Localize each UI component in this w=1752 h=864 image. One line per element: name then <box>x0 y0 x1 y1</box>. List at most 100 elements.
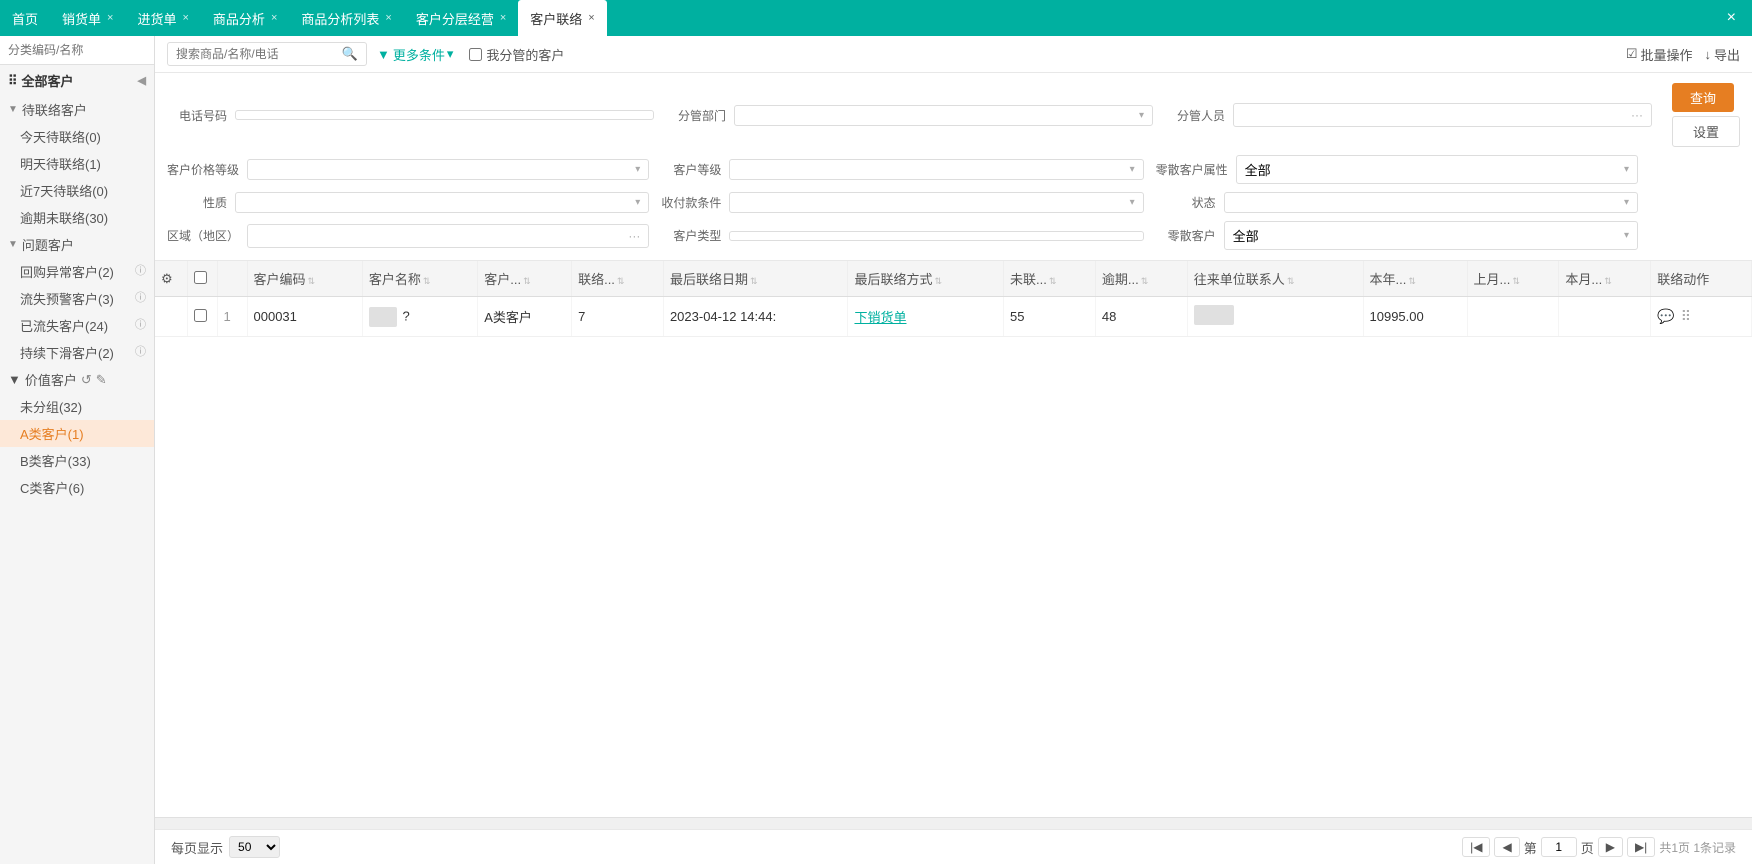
payment-input[interactable]: ▾ <box>729 192 1143 213</box>
cell-name[interactable]: ? <box>362 297 477 337</box>
batch-ops-btn[interactable]: ☑ 批量操作 <box>1626 45 1693 64</box>
sidebar-item-7days[interactable]: 近7天待联络(0) <box>0 177 154 204</box>
bottom-bar: 每页显示 10 20 50 100 |◀ ◀ 第 页 ▶ ▶| 共1页 1条记录 <box>155 829 1752 864</box>
close-sales-order[interactable]: × <box>107 12 113 24</box>
filter-customer-type: 客户类型 <box>661 227 1143 244</box>
data-table-container[interactable]: ⚙ 客户编码⇅ 客户名称⇅ 客户...⇅ 联络...⇅ 最后联络日期⇅ 最后联络… <box>155 261 1752 817</box>
all-customers-header[interactable]: ⠿ 全部客户 ◀ <box>0 65 154 96</box>
price-level-input[interactable]: ▾ <box>247 159 649 180</box>
col-name[interactable]: 客户名称⇅ <box>362 261 477 297</box>
per-page-select[interactable]: 10 20 50 100 <box>229 836 280 858</box>
col-overdue[interactable]: 逾期...⇅ <box>1095 261 1187 297</box>
contact-icon[interactable]: 💬 <box>1657 308 1674 325</box>
sidebar-item-declining[interactable]: 持续下滑客户(2) ⓘ <box>0 339 154 366</box>
col-checkbox[interactable] <box>187 261 217 297</box>
sidebar-item-abnormal[interactable]: 回购异常客户(2) ⓘ <box>0 258 154 285</box>
main-search-input[interactable] <box>176 47 342 61</box>
horizontal-scrollbar[interactable] <box>155 817 1752 829</box>
nav-product-analysis[interactable]: 商品分析 × <box>201 0 289 36</box>
close-customer-contact[interactable]: × <box>588 12 594 24</box>
col-code[interactable]: 客户编码⇅ <box>247 261 362 297</box>
sidebar-item-churn-warning[interactable]: 流失预警客户(3) ⓘ <box>0 285 154 312</box>
last-page-btn[interactable]: ▶| <box>1627 837 1655 857</box>
nav-sales-order[interactable]: 销货单 × <box>50 0 125 36</box>
cell-checkbox[interactable] <box>187 297 217 337</box>
retail-attr-input[interactable]: 全部 ▾ <box>1236 155 1638 184</box>
first-page-btn[interactable]: |◀ <box>1462 837 1490 857</box>
sidebar-item-unclassified[interactable]: 未分组(32) <box>0 393 154 420</box>
col-this-month[interactable]: 本月...⇅ <box>1559 261 1651 297</box>
search-button[interactable]: 查询 <box>1672 83 1734 112</box>
col-last-date[interactable]: 最后联络日期⇅ <box>663 261 848 297</box>
prev-page-btn[interactable]: ◀ <box>1494 837 1519 857</box>
sidebar-item-b-class[interactable]: B类客户(33) <box>0 447 154 474</box>
col-settings[interactable]: ⚙ <box>155 261 187 297</box>
close-product-list[interactable]: × <box>385 12 391 24</box>
close-all-tabs[interactable]: × <box>1719 9 1744 27</box>
col-last-method[interactable]: 最后联络方式⇅ <box>848 261 1004 297</box>
status-input[interactable]: ▾ <box>1224 192 1638 213</box>
col-actions: 联络动作 <box>1651 261 1752 297</box>
region-label: 区域（地区） <box>167 227 239 244</box>
col-unit-contact[interactable]: 往来单位联系人⇅ <box>1187 261 1363 297</box>
nav-customer-segment[interactable]: 客户分层经营 × <box>404 0 518 36</box>
close-customer-segment[interactable]: × <box>500 12 506 24</box>
retail-customer-input[interactable]: 全部 ▾ <box>1224 221 1638 250</box>
row-checkbox[interactable] <box>194 309 207 322</box>
cell-contact: 7 <box>572 297 664 337</box>
cell-last-method[interactable]: 下销货单 <box>848 297 1004 337</box>
collapse-icon[interactable]: ◀ <box>138 74 146 87</box>
sidebar-item-tomorrow[interactable]: 明天待联络(1) <box>0 150 154 177</box>
nature-input[interactable]: ▾ <box>235 192 649 213</box>
customer-type-input[interactable] <box>729 231 1143 241</box>
export-btn[interactable]: ↓ 导出 <box>1704 45 1740 64</box>
nav-home[interactable]: 首页 <box>8 0 50 36</box>
sidebar-item-churned[interactable]: 已流失客户(24) ⓘ <box>0 312 154 339</box>
edit-icon[interactable]: ✎ <box>96 372 107 388</box>
col-uncontacted[interactable]: 未联...⇅ <box>1004 261 1096 297</box>
filter-nature: 性质 ▾ <box>167 192 649 213</box>
last-method-link[interactable]: 下销货单 <box>854 310 906 325</box>
sidebar-item-a-class[interactable]: A类客户(1) <box>0 420 154 447</box>
level-dropdown-icon: ▾ <box>1130 164 1135 175</box>
sidebar-item-today[interactable]: 今天待联络(0) <box>0 123 154 150</box>
close-product-analysis[interactable]: × <box>271 12 277 24</box>
select-all-checkbox[interactable] <box>194 271 207 284</box>
main-search-icon[interactable]: 🔍 <box>342 46 358 62</box>
filter-row-1: 电话号码 分管部门 ▾ 分管人员 ··· 查询 设置 <box>167 83 1740 147</box>
sidebar-search-container: 🔍 <box>0 36 154 65</box>
region-input[interactable]: ··· <box>247 224 649 248</box>
customer-type-label: 客户类型 <box>661 227 721 244</box>
nav-purchase-order[interactable]: 进货单 × <box>125 0 200 36</box>
sidebar-search-input[interactable] <box>8 43 155 57</box>
col-type[interactable]: 客户...⇅ <box>478 261 572 297</box>
col-this-year[interactable]: 本年...⇅ <box>1363 261 1467 297</box>
cell-overdue: 48 <box>1095 297 1187 337</box>
content-area: 🔍 ▼ 更多条件 ▾ 我分管的客户 ☑ 批量操作 ↓ 导出 <box>155 36 1752 864</box>
pending-contact-group[interactable]: ▼ 待联络客户 <box>0 96 154 123</box>
more-action-icon[interactable]: ⠿ <box>1681 308 1691 325</box>
more-filters-btn[interactable]: ▼ 更多条件 ▾ <box>377 45 453 64</box>
my-customers-checkbox[interactable]: 我分管的客户 <box>469 45 564 64</box>
col-contact[interactable]: 联络...⇅ <box>572 261 664 297</box>
col-last-month[interactable]: 上月...⇅ <box>1467 261 1559 297</box>
nature-dropdown-icon: ▾ <box>635 197 640 208</box>
nav-customer-contact[interactable]: 客户联络 × <box>518 0 606 36</box>
dept-input[interactable]: ▾ <box>734 105 1153 126</box>
next-page-btn[interactable]: ▶ <box>1598 837 1623 857</box>
sidebar-item-overdue[interactable]: 逾期未联络(30) <box>0 204 154 231</box>
phone-input[interactable] <box>235 110 654 120</box>
close-purchase-order[interactable]: × <box>182 12 188 24</box>
sidebar-item-c-class[interactable]: C类客户(6) <box>0 474 154 501</box>
settings-button[interactable]: 设置 <box>1672 116 1740 147</box>
person-input[interactable]: ··· <box>1233 103 1652 127</box>
problem-customers-group[interactable]: ▼ 问题客户 <box>0 231 154 258</box>
arrow-down-icon-3[interactable]: ▼ <box>8 372 21 387</box>
nav-product-list[interactable]: 商品分析列表 × <box>289 0 403 36</box>
my-customers-input[interactable] <box>469 48 482 61</box>
customer-level-input[interactable]: ▾ <box>729 159 1143 180</box>
retail-cust-dropdown-icon: ▾ <box>1624 230 1629 241</box>
filter-icon: ▼ <box>377 47 390 62</box>
refresh-icon[interactable]: ↺ <box>81 372 92 388</box>
page-number-input[interactable] <box>1541 837 1577 857</box>
